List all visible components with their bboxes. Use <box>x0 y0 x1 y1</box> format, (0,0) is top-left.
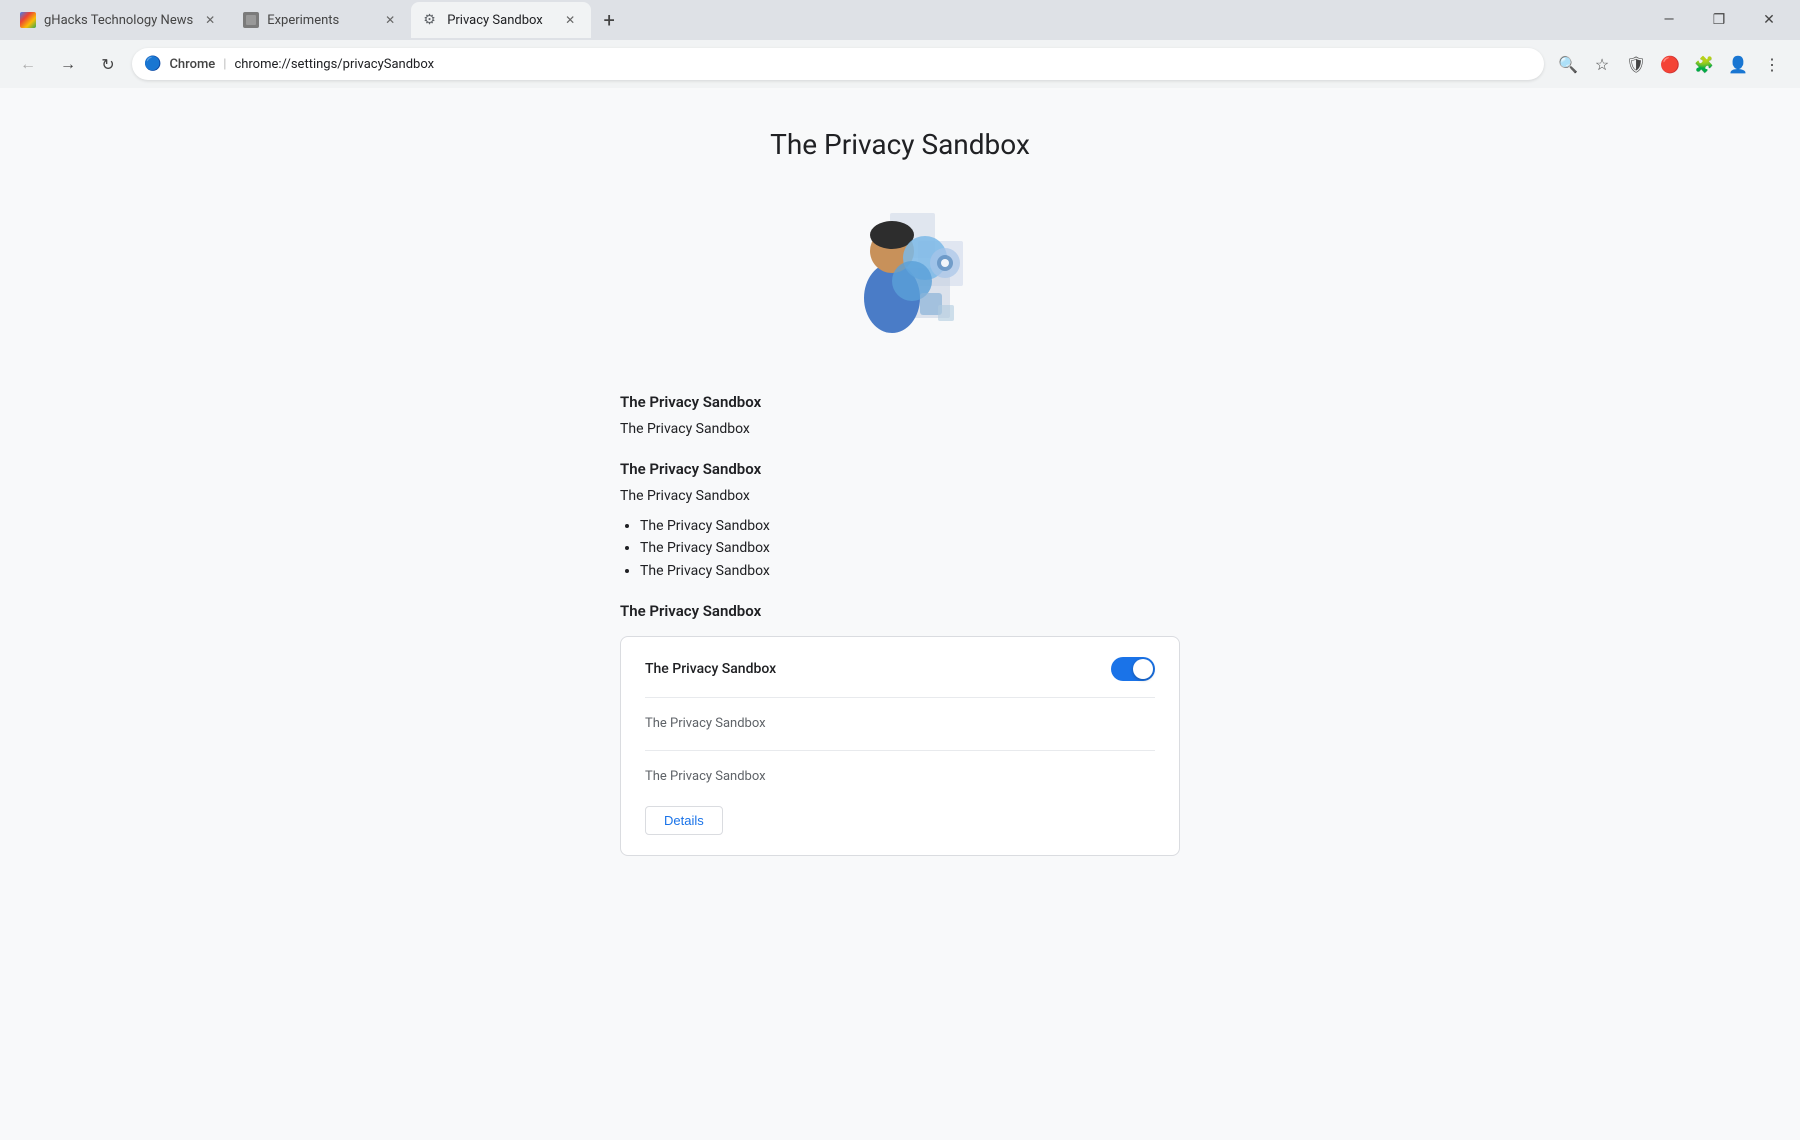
page-title: The Privacy Sandbox <box>770 128 1030 161</box>
tab-favicon-experiments <box>243 12 259 28</box>
tab-title-ghacks: gHacks Technology News <box>44 13 193 28</box>
tab-close-ghacks[interactable]: ✕ <box>201 11 219 29</box>
tab-title-experiments: Experiments <box>267 13 373 28</box>
window-controls: — ❐ ✕ <box>1646 4 1792 36</box>
title-bar: gHacks Technology News ✕ Experiments ✕ ⚙… <box>0 0 1800 40</box>
forward-button[interactable]: → <box>52 48 84 80</box>
card-description-1: The Privacy Sandbox <box>645 714 1155 734</box>
browser-frame: gHacks Technology News ✕ Experiments ✕ ⚙… <box>0 0 1800 1140</box>
card-description-2: The Privacy Sandbox <box>645 767 1155 787</box>
section3-heading: The Privacy Sandbox <box>620 602 1180 620</box>
card-divider-1 <box>645 697 1155 698</box>
bookmark-icon[interactable]: ☆ <box>1586 48 1618 80</box>
card-divider-2 <box>645 750 1155 751</box>
bullet-item-2: The Privacy Sandbox <box>640 537 1180 559</box>
card-label: The Privacy Sandbox <box>645 661 776 677</box>
section2-text: The Privacy Sandbox <box>620 486 1180 507</box>
tab-title-privacy-sandbox: Privacy Sandbox <box>447 13 553 28</box>
maximize-button[interactable]: ❐ <box>1696 4 1742 36</box>
profile-icon[interactable]: 👤 <box>1722 48 1754 80</box>
bullet-item-1: The Privacy Sandbox <box>640 515 1180 537</box>
new-tab-button[interactable]: + <box>595 6 623 34</box>
tab-close-experiments[interactable]: ✕ <box>381 11 399 29</box>
privacy-sandbox-toggle[interactable] <box>1111 657 1155 681</box>
toggle-knob <box>1133 659 1153 679</box>
minimize-button[interactable]: — <box>1646 4 1692 36</box>
tab-favicon-privacy-sandbox: ⚙ <box>423 12 439 28</box>
content-area: The Privacy Sandbox The Privacy Sandbox … <box>620 393 1180 856</box>
privacy-illustration <box>820 193 980 353</box>
card-toggle-row: The Privacy Sandbox <box>645 657 1155 681</box>
search-icon[interactable]: 🔍 <box>1552 48 1584 80</box>
back-button[interactable]: ← <box>12 48 44 80</box>
page-content: The Privacy Sandbox <box>0 88 1800 1140</box>
bullet-item-3: The Privacy Sandbox <box>640 560 1180 582</box>
close-button[interactable]: ✕ <box>1746 4 1792 36</box>
extension-icon[interactable]: 🧩 <box>1688 48 1720 80</box>
section2-heading: The Privacy Sandbox <box>620 460 1180 478</box>
toolbar: ← → ↻ 🔵 Chrome | chrome://settings/priva… <box>0 40 1800 88</box>
tab-ghacks[interactable]: gHacks Technology News ✕ <box>8 2 231 38</box>
reload-button[interactable]: ↻ <box>92 48 124 80</box>
chrome-label: Chrome <box>169 57 215 72</box>
url-display: chrome://settings/privacySandbox <box>234 57 434 72</box>
bullet-list: The Privacy Sandbox The Privacy Sandbox … <box>640 515 1180 582</box>
section1-heading: The Privacy Sandbox <box>620 393 1180 411</box>
tab-experiments[interactable]: Experiments ✕ <box>231 2 411 38</box>
shield2-icon[interactable]: 🔴 <box>1654 48 1686 80</box>
address-separator: | <box>223 57 226 72</box>
tab-close-privacy-sandbox[interactable]: ✕ <box>561 11 579 29</box>
details-button[interactable]: Details <box>645 806 723 835</box>
settings-card: The Privacy Sandbox The Privacy Sandbox … <box>620 636 1180 856</box>
section1-text: The Privacy Sandbox <box>620 419 1180 440</box>
menu-icon[interactable]: ⋮ <box>1756 48 1788 80</box>
tab-privacy-sandbox[interactable]: ⚙ Privacy Sandbox ✕ <box>411 2 591 38</box>
site-security-icon: 🔵 <box>144 56 161 72</box>
toolbar-actions: 🔍 ☆ 🛡 🔴 🧩 👤 ⋮ <box>1552 48 1788 80</box>
address-bar[interactable]: 🔵 Chrome | chrome://settings/privacySand… <box>132 48 1544 80</box>
tab-favicon-ghacks <box>20 12 36 28</box>
shield-icon[interactable]: 🛡 <box>1620 48 1652 80</box>
